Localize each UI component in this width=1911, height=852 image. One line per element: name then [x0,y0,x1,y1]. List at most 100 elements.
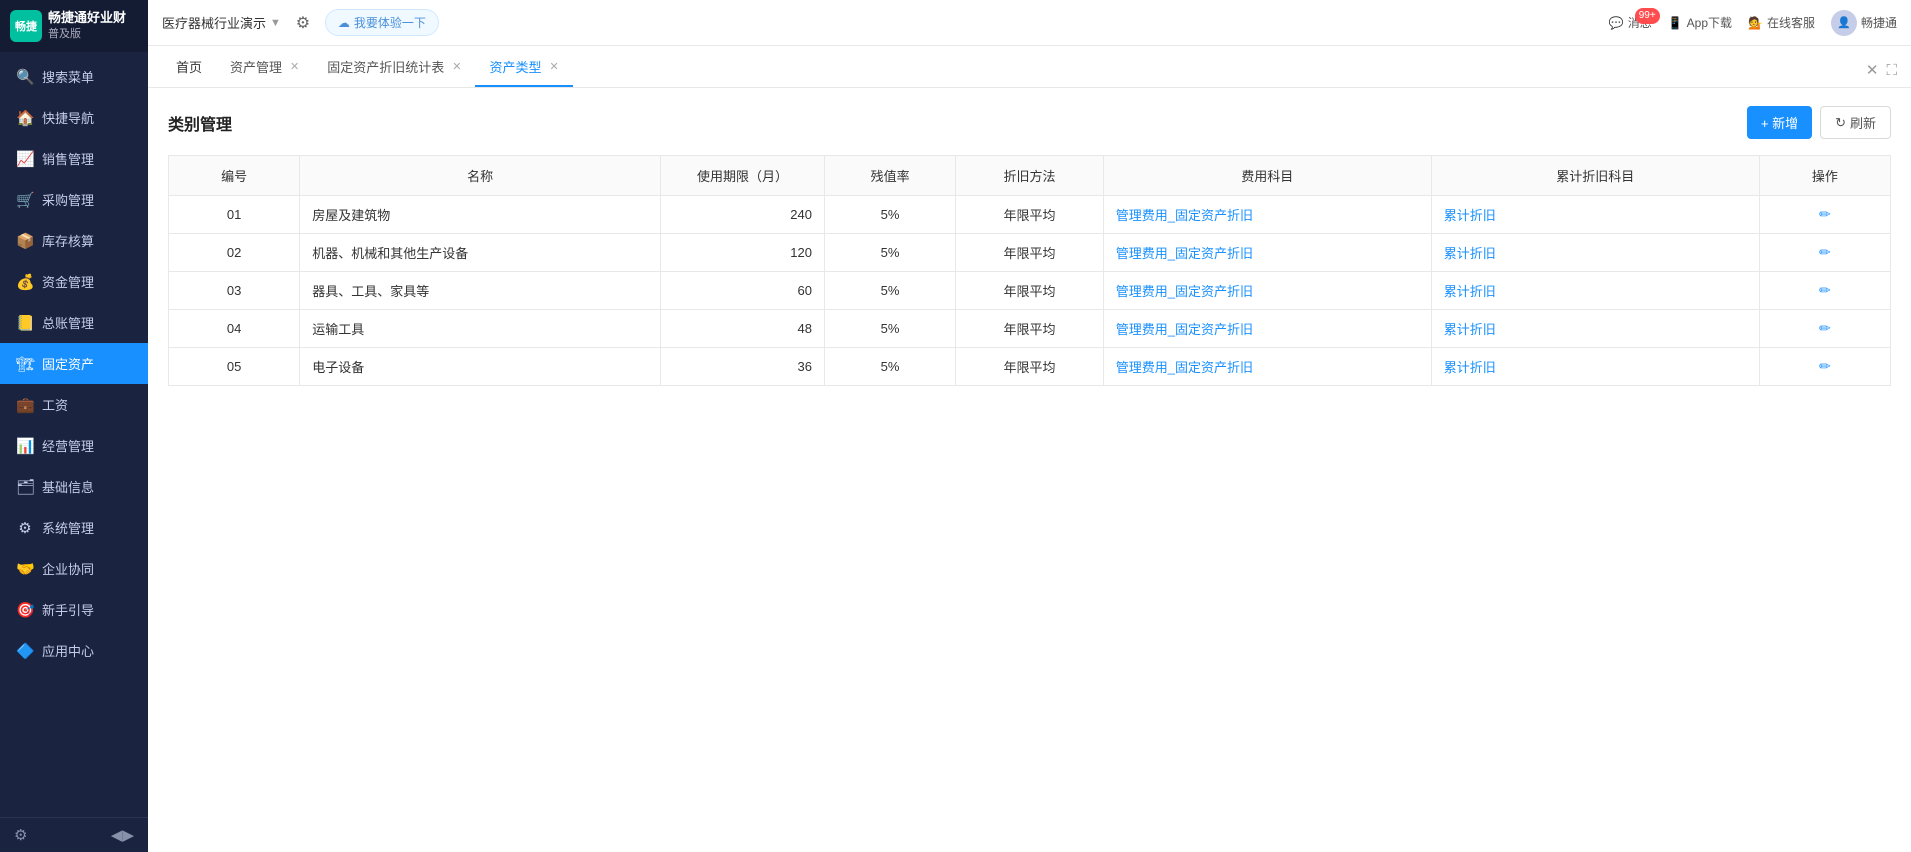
tab-bar: 首页 资产管理 ✕ 固定资产折旧统计表 ✕ 资产类型 ✕ ✕ ⛶ [148,46,1911,88]
download-icon: 📱 [1668,16,1683,30]
cell-method-0: 年限平均 [956,196,1104,234]
content-area: 类别管理 + 新增 ↻ 刷新 编号 名称 使用期限（月） 残值率 折旧方法 费用… [148,88,1911,852]
assets-table: 编号 名称 使用期限（月） 残值率 折旧方法 费用科目 累计折旧科目 操作 01… [168,155,1891,386]
salary-icon: 💼 [16,396,34,414]
sidebar-item-management[interactable]: 📊 经营管理 [0,425,148,466]
edit-icon-0[interactable]: ✏ [1819,206,1831,222]
header-settings-icon[interactable]: ⚙ [289,9,317,37]
cell-accumulated-3: 累计折旧 [1431,310,1759,348]
new-button[interactable]: + 新增 [1747,106,1812,139]
cell-period-2: 60 [660,272,824,310]
edit-icon-3[interactable]: ✏ [1819,320,1831,336]
cell-id-4: 05 [169,348,300,386]
cell-id-3: 04 [169,310,300,348]
app-logo: 畅捷 畅捷通好业财 普及版 [0,0,148,52]
messages-action[interactable]: 💬 消息 99+ [1609,14,1652,31]
sidebar-item-sales[interactable]: 📈 销售管理 [0,138,148,179]
inventory-icon: 📦 [16,232,34,250]
col-header-period: 使用期限（月） [660,156,824,196]
cell-period-0: 240 [660,196,824,234]
dropdown-arrow-icon: ▼ [270,17,281,29]
enterprise-icon: 🤝 [16,560,34,578]
sidebar-nav: 🔍 搜索菜单 🏠 快捷导航 📈 销售管理 🛒 采购管理 📦 库存核算 💰 资金管… [0,52,148,817]
tab-asset-management[interactable]: 资产管理 ✕ [216,49,313,87]
cell-id-2: 03 [169,272,300,310]
basic-info-icon: 🗂 [16,478,34,496]
tab-home[interactable]: 首页 [162,49,216,87]
cell-period-1: 120 [660,234,824,272]
apps-icon: 🔷 [16,642,34,660]
main-area: 医疗器械行业演示 ▼ ⚙ ☁ 我要体验一下 💬 消息 99+ 📱 App下载 💁… [148,0,1911,852]
sidebar: 畅捷 畅捷通好业财 普及版 🔍 搜索菜单 🏠 快捷导航 📈 销售管理 🛒 采购管… [0,0,148,852]
cell-action-0: ✏ [1759,196,1890,234]
user-action[interactable]: 👤 畅捷通 [1831,10,1897,36]
col-header-accumulated: 累计折旧科目 [1431,156,1759,196]
cell-action-4: ✏ [1759,348,1890,386]
col-header-expense: 费用科目 [1103,156,1431,196]
app-download-action[interactable]: 📱 App下载 [1668,14,1732,31]
cell-expense-1: 管理费用_固定资产折旧 [1103,234,1431,272]
tab-close-asset[interactable]: ✕ [290,60,299,73]
cell-residual-3: 5% [824,310,955,348]
system-icon: ⚙ [16,519,34,537]
refresh-button[interactable]: ↻ 刷新 [1820,106,1891,139]
table-row: 02 机器、机械和其他生产设备 120 5% 年限平均 管理费用_固定资产折旧 … [169,234,1891,272]
tab-close-button[interactable]: ✕ [1866,61,1879,79]
cell-residual-2: 5% [824,272,955,310]
sidebar-item-purchase[interactable]: 🛒 采购管理 [0,179,148,220]
sidebar-item-inventory[interactable]: 📦 库存核算 [0,220,148,261]
edit-icon-1[interactable]: ✏ [1819,244,1831,260]
purchase-icon: 🛒 [16,191,34,209]
cell-accumulated-0: 累计折旧 [1431,196,1759,234]
online-service-action[interactable]: 💁 在线客服 [1748,14,1815,31]
fixed-assets-icon: 🏗 [16,355,34,373]
col-header-method: 折旧方法 [956,156,1104,196]
sidebar-item-basic-info[interactable]: 🗂 基础信息 [0,466,148,507]
sidebar-item-fixed-assets[interactable]: 🏗 固定资产 [0,343,148,384]
sidebar-item-apps[interactable]: 🔷 应用中心 [0,630,148,671]
edit-icon-2[interactable]: ✏ [1819,282,1831,298]
sidebar-item-quick-nav[interactable]: 🏠 快捷导航 [0,97,148,138]
tab-close-type[interactable]: ✕ [550,60,559,73]
tab-asset-type[interactable]: 资产类型 ✕ [475,49,572,87]
settings-bottom-icon[interactable]: ⚙ [14,826,27,844]
sidebar-item-salary[interactable]: 💼 工资 [0,384,148,425]
sidebar-item-search[interactable]: 🔍 搜索菜单 [0,56,148,97]
message-icon: 💬 [1609,16,1624,30]
tab-close-depreciation[interactable]: ✕ [452,60,461,73]
cloud-icon: ☁ [338,16,350,30]
sales-icon: 📈 [16,150,34,168]
table-row: 05 电子设备 36 5% 年限平均 管理费用_固定资产折旧 累计折旧 ✏ [169,348,1891,386]
ledger-icon: 📒 [16,314,34,332]
cell-accumulated-1: 累计折旧 [1431,234,1759,272]
sidebar-item-guide[interactable]: 🎯 新手引导 [0,589,148,630]
cell-action-1: ✏ [1759,234,1890,272]
tab-expand-button[interactable]: ⛶ [1886,62,1897,79]
cell-method-1: 年限平均 [956,234,1104,272]
sidebar-item-funds[interactable]: 💰 资金管理 [0,261,148,302]
cell-name-3: 运输工具 [300,310,661,348]
cell-expense-0: 管理费用_固定资产折旧 [1103,196,1431,234]
sidebar-item-ledger[interactable]: 📒 总账管理 [0,302,148,343]
edit-icon-4[interactable]: ✏ [1819,358,1831,374]
col-header-id: 编号 [169,156,300,196]
refresh-icon: ↻ [1835,115,1846,131]
sidebar-item-system[interactable]: ⚙ 系统管理 [0,507,148,548]
cell-residual-0: 5% [824,196,955,234]
cell-id-0: 01 [169,196,300,234]
cell-method-4: 年限平均 [956,348,1104,386]
sidebar-item-enterprise[interactable]: 🤝 企业协同 [0,548,148,589]
cell-period-3: 48 [660,310,824,348]
messages-badge: 99+ [1635,8,1660,24]
tab-depreciation-report[interactable]: 固定资产折旧统计表 ✕ [313,49,475,87]
experience-button[interactable]: ☁ 我要体验一下 [325,9,439,36]
home-icon: 🏠 [16,109,34,127]
table-header-row: 编号 名称 使用期限（月） 残值率 折旧方法 费用科目 累计折旧科目 操作 [169,156,1891,196]
cell-method-2: 年限平均 [956,272,1104,310]
header-left: 医疗器械行业演示 ▼ ⚙ ☁ 我要体验一下 [162,9,439,37]
collapse-icon[interactable]: ◀▶ [111,826,134,844]
cell-method-3: 年限平均 [956,310,1104,348]
funds-icon: 💰 [16,273,34,291]
page-title-row: 类别管理 + 新增 ↻ 刷新 [168,106,1891,139]
company-selector[interactable]: 医疗器械行业演示 ▼ [162,13,281,32]
